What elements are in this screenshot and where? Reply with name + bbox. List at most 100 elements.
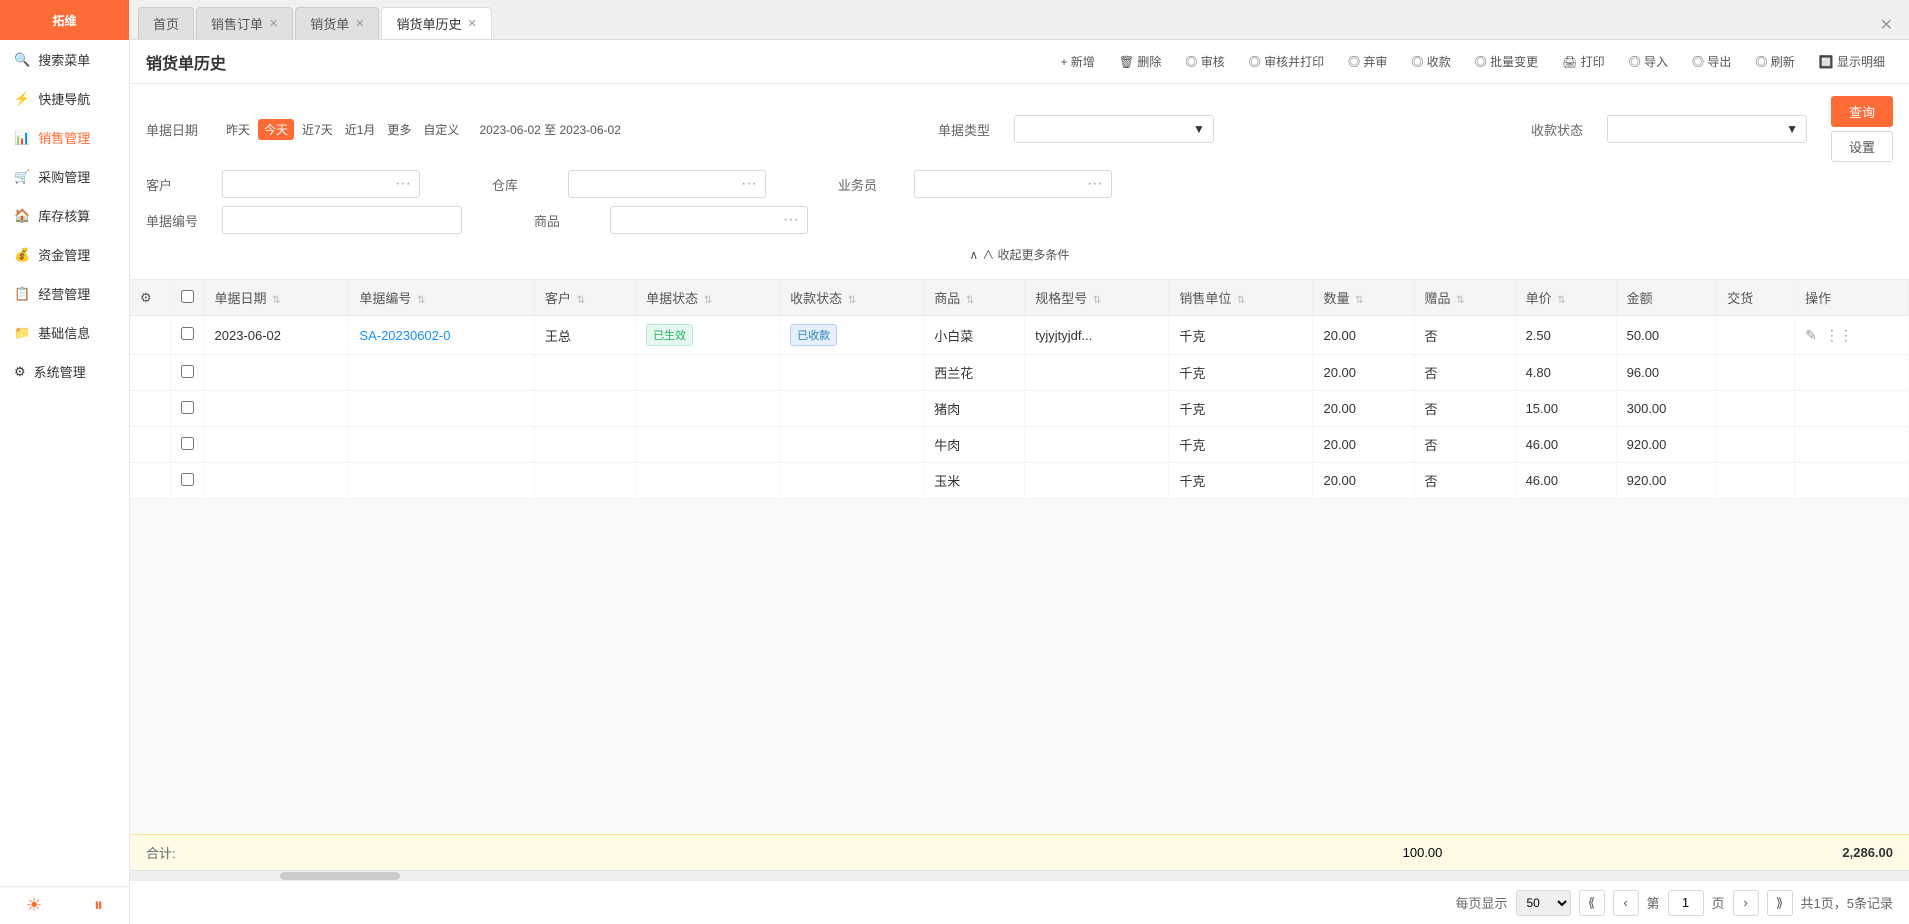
review-button[interactable]: ◎ 审核 <box>1177 49 1232 74</box>
refresh-button[interactable]: ◎ 刷新 <box>1747 49 1802 74</box>
first-page-btn[interactable]: ⟪ <box>1579 890 1605 916</box>
export-button[interactable]: ◎ 导出 <box>1684 49 1739 74</box>
customer-dots[interactable]: ··· <box>395 175 411 193</box>
tab-sales-goods-close[interactable]: ✕ <box>355 17 364 30</box>
sidebar-item-sales-mgmt[interactable]: 📊 销售管理 <box>0 118 129 157</box>
sidebar-bottom-btn-left[interactable]: ☀ <box>26 895 42 916</box>
goods-dots[interactable]: ··· <box>783 211 799 229</box>
show-detail-button[interactable]: 🔲 显示明细 <box>1811 49 1893 74</box>
doc-type-select[interactable]: ▼ <box>1014 115 1214 143</box>
review-print-button[interactable]: ◎ 审核并打印 <box>1241 49 1332 74</box>
filter-row-1: 单据日期 昨天 今天 近7天 近1月 更多 自定义 2023-06-02 至 2… <box>146 96 1893 162</box>
select-all-checkbox[interactable] <box>181 290 194 303</box>
filter-settings-button[interactable]: 设置 <box>1831 131 1893 162</box>
sidebar-item-inventory[interactable]: 🏠 库存核算 <box>0 196 129 235</box>
data-table: ⚙ 单据日期 ⇅ 单据编号 ⇅ 客户 ⇅ 单据状态 ⇅ 收款状态 ⇅ 商品 ⇅ … <box>130 280 1909 499</box>
tab-sales-history-close[interactable]: ✕ <box>468 17 477 30</box>
shortcut-7days[interactable]: 近7天 <box>298 119 337 140</box>
col-amount[interactable]: 金额 <box>1616 280 1717 316</box>
tab-home[interactable]: 首页 <box>138 7 194 39</box>
tab-sales-history[interactable]: 销货单历史 ✕ <box>381 7 491 39</box>
col-customer[interactable]: 客户 ⇅ <box>535 280 636 316</box>
shortcut-more[interactable]: 更多 <box>383 119 415 140</box>
col-doc-status[interactable]: 单据状态 ⇅ <box>636 280 780 316</box>
row-checkbox-0[interactable] <box>181 327 194 340</box>
tab-sales-goods[interactable]: 销货单 ✕ <box>295 7 379 39</box>
col-transaction[interactable]: 交货 <box>1717 280 1795 316</box>
sidebar-item-operations[interactable]: 📋 经营管理 <box>0 274 129 313</box>
shortcut-1month[interactable]: 近1月 <box>341 119 380 140</box>
import-button[interactable]: ◎ 导入 <box>1621 49 1676 74</box>
col-unit-price[interactable]: 单价 ⇅ <box>1515 280 1616 316</box>
goods-input[interactable] <box>619 207 779 233</box>
shortcut-today[interactable]: 今天 <box>258 119 294 140</box>
cell-checkbox-1[interactable] <box>170 355 204 391</box>
cell-doc-number-1[interactable] <box>349 355 535 391</box>
abandon-button[interactable]: ◎ 弃审 <box>1340 49 1395 74</box>
more-icon[interactable]: ⋮⋮ <box>1825 327 1853 344</box>
last-page-btn[interactable]: ⟫ <box>1767 890 1793 916</box>
col-quantity[interactable]: 数量 ⇅ <box>1313 280 1414 316</box>
delete-button[interactable]: 🗑 删除 <box>1111 49 1170 74</box>
col-checkbox[interactable] <box>170 280 204 316</box>
query-button[interactable]: 查询 <box>1831 96 1893 127</box>
warehouse-input[interactable] <box>577 171 737 197</box>
sidebar-item-search-menu[interactable]: 🔍 搜索菜单 <box>0 40 129 79</box>
scrollbar-thumb[interactable] <box>280 872 400 880</box>
per-page-select[interactable]: 50 100 200 <box>1516 890 1571 916</box>
warehouse-dots[interactable]: ··· <box>741 175 757 193</box>
cell-doc-number-4[interactable] <box>349 463 535 499</box>
cell-checkbox-3[interactable] <box>170 427 204 463</box>
row-checkbox-1[interactable] <box>181 365 194 378</box>
add-button[interactable]: + 新增 <box>1052 49 1102 74</box>
sidebar-bottom-btn-right[interactable]: ⏸ <box>94 895 103 916</box>
sort-doc-status: ⇅ <box>704 295 712 306</box>
table-row: 牛肉 千克 20.00 否 46.00 920.00 <box>130 427 1909 463</box>
cell-checkbox-0[interactable] <box>170 316 204 355</box>
row-checkbox-4[interactable] <box>181 473 194 486</box>
sidebar-label-quick-nav: 快捷导航 <box>38 89 90 108</box>
table-row: 西兰花 千克 20.00 否 4.80 96.00 <box>130 355 1909 391</box>
sidebar-item-purchase-mgmt[interactable]: 🛒 采购管理 <box>0 157 129 196</box>
sidebar-item-basic-info[interactable]: 📁 基础信息 <box>0 313 129 352</box>
cell-checkbox-4[interactable] <box>170 463 204 499</box>
sidebar-item-system[interactable]: ⚙ 系统管理 <box>0 352 129 391</box>
shortcut-yesterday[interactable]: 昨天 <box>222 119 254 140</box>
batch-change-button[interactable]: ◎ 批量变更 <box>1467 49 1546 74</box>
col-doc-date[interactable]: 单据日期 ⇅ <box>204 280 349 316</box>
collapse-filter-btn[interactable]: ∧ ∧ 收起更多条件 <box>146 242 1893 267</box>
tab-sales-order[interactable]: 销售订单 ✕ <box>196 7 293 39</box>
tab-sales-order-close[interactable]: ✕ <box>269 17 278 30</box>
print-button[interactable]: 🖨 打印 <box>1554 49 1613 74</box>
row-checkbox-3[interactable] <box>181 437 194 450</box>
next-page-btn[interactable]: › <box>1733 890 1759 916</box>
cell-doc-number-3[interactable] <box>349 427 535 463</box>
page-number-input[interactable]: 1 <box>1668 890 1704 916</box>
col-spec[interactable]: 规格型号 ⇅ <box>1025 280 1169 316</box>
salesperson-dots[interactable]: ··· <box>1087 175 1103 193</box>
sidebar-item-quick-nav[interactable]: ⚡ 快捷导航 <box>0 79 129 118</box>
customer-input[interactable] <box>231 171 391 197</box>
sidebar-item-finance[interactable]: 💰 资金管理 <box>0 235 129 274</box>
col-goods[interactable]: 商品 ⇅ <box>924 280 1025 316</box>
row-checkbox-2[interactable] <box>181 401 194 414</box>
cell-doc-number-2[interactable] <box>349 391 535 427</box>
horizontal-scrollbar[interactable] <box>130 870 1909 880</box>
col-doc-number[interactable]: 单据编号 ⇅ <box>349 280 535 316</box>
cell-checkbox-2[interactable] <box>170 391 204 427</box>
collect-button[interactable]: ◎ 收款 <box>1403 49 1458 74</box>
salesperson-input[interactable] <box>923 171 1083 197</box>
cell-gift-4: 否 <box>1414 463 1515 499</box>
col-settings[interactable]: ⚙ <box>130 280 170 316</box>
edit-icon[interactable]: ✎ <box>1805 327 1817 344</box>
col-collect-status[interactable]: 收款状态 ⇅ <box>780 280 924 316</box>
shortcut-custom[interactable]: 自定义 <box>419 119 463 140</box>
close-window-btn[interactable]: ✕ <box>1880 15 1893 35</box>
col-unit[interactable]: 销售单位 ⇅ <box>1169 280 1313 316</box>
collect-status-select[interactable]: ▼ <box>1607 115 1807 143</box>
cell-quantity-2: 20.00 <box>1313 391 1414 427</box>
cell-doc-number-0[interactable]: SA-20230602-0 <box>349 316 535 355</box>
doc-number-input[interactable] <box>222 206 462 234</box>
prev-page-btn[interactable]: ‹ <box>1613 890 1639 916</box>
col-gift[interactable]: 赠品 ⇅ <box>1414 280 1515 316</box>
